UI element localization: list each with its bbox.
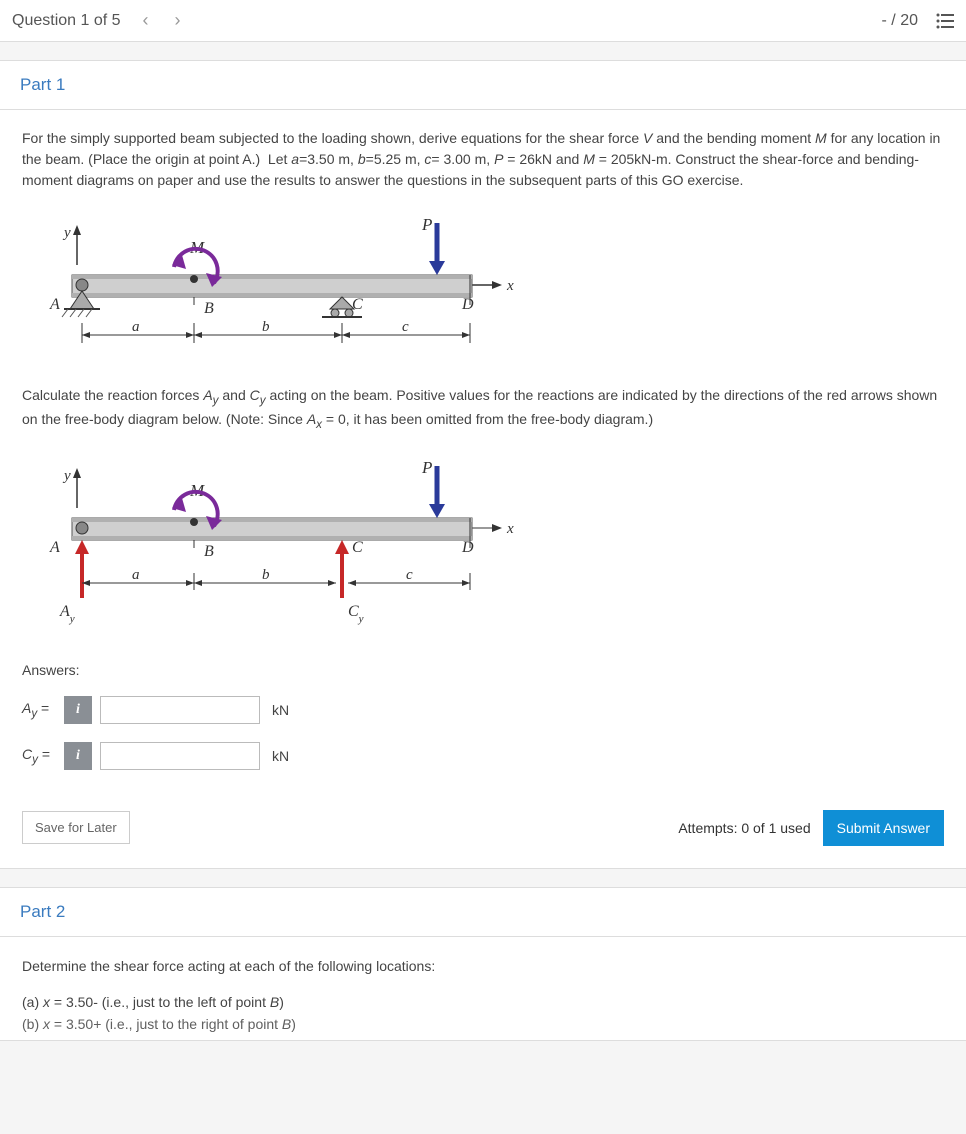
svg-text:D: D	[461, 539, 474, 556]
save-for-later-button[interactable]: Save for Later	[22, 811, 130, 844]
submit-answer-button[interactable]: Submit Answer	[823, 810, 944, 846]
svg-text:B: B	[204, 300, 214, 317]
ay-label: Ay =	[22, 700, 56, 720]
ay-unit: kN	[272, 702, 289, 718]
ay-input[interactable]	[100, 696, 260, 724]
question-topbar: Question 1 of 5 ‹ › - / 20	[0, 0, 966, 42]
beam-figure-2-fbd: y x A M P B C D	[22, 448, 944, 648]
next-question-arrow[interactable]: ›	[171, 10, 185, 31]
part1-calc-text: Calculate the reaction forces Ay and Cy …	[22, 385, 944, 434]
part2-options: (a) x = 3.50- (i.e., just to the left of…	[22, 991, 944, 1036]
topbar-right: - / 20	[882, 12, 954, 30]
svg-text:D: D	[461, 296, 474, 313]
svg-text:b: b	[262, 567, 270, 583]
topbar-left: Question 1 of 5 ‹ ›	[12, 10, 185, 31]
svg-text:A: A	[49, 296, 60, 313]
prev-question-arrow[interactable]: ‹	[139, 10, 153, 31]
answers-label: Answers:	[22, 662, 944, 678]
question-counter: Question 1 of 5	[12, 12, 121, 30]
cy-unit: kN	[272, 748, 289, 764]
part1-header[interactable]: Part 1	[0, 60, 966, 110]
part1-body: For the simply supported beam subjected …	[0, 110, 966, 869]
svg-text:A: A	[49, 539, 60, 556]
part1-title: Part 1	[20, 75, 65, 94]
part1-prompt: For the simply supported beam subjected …	[22, 128, 944, 191]
svg-text:a: a	[132, 319, 140, 335]
attempts-group: Attempts: 0 of 1 used Submit Answer	[678, 810, 944, 846]
svg-text:Cy: Cy	[348, 603, 364, 625]
cy-label: Cy =	[22, 746, 56, 766]
svg-text:P: P	[421, 215, 432, 234]
svg-text:c: c	[406, 567, 413, 583]
cy-input[interactable]	[100, 742, 260, 770]
info-button-ay[interactable]: i	[64, 696, 92, 724]
answer-row-cy: Cy = i kN	[22, 742, 944, 770]
list-menu-icon[interactable]	[936, 13, 954, 29]
svg-text:B: B	[204, 543, 214, 560]
svg-text:y: y	[62, 468, 71, 484]
part2-title: Part 2	[20, 902, 65, 921]
svg-text:C: C	[352, 539, 363, 556]
svg-text:Ay: Ay	[59, 603, 75, 625]
attempts-text: Attempts: 0 of 1 used	[678, 820, 810, 836]
part1-footer: Save for Later Attempts: 0 of 1 used Sub…	[22, 810, 944, 846]
part2-prompt: Determine the shear force acting at each…	[22, 955, 944, 977]
svg-text:x: x	[506, 278, 514, 294]
answer-row-ay: Ay = i kN	[22, 696, 944, 724]
svg-text:c: c	[402, 319, 409, 335]
part2-body: Determine the shear force acting at each…	[0, 937, 966, 1041]
part2-header[interactable]: Part 2	[0, 887, 966, 937]
beam-figure-1: y x A M	[22, 205, 944, 375]
svg-text:y: y	[62, 225, 71, 241]
svg-text:b: b	[262, 319, 270, 335]
part2-item-b: (b) x = 3.50+ (i.e., just to the right o…	[22, 1013, 944, 1035]
svg-text:C: C	[352, 296, 363, 313]
svg-text:P: P	[421, 458, 432, 477]
info-button-cy[interactable]: i	[64, 742, 92, 770]
svg-text:a: a	[132, 567, 140, 583]
svg-text:x: x	[506, 521, 514, 537]
part2-item-a: (a) x = 3.50- (i.e., just to the left of…	[22, 991, 944, 1013]
score-display: - / 20	[882, 12, 918, 30]
